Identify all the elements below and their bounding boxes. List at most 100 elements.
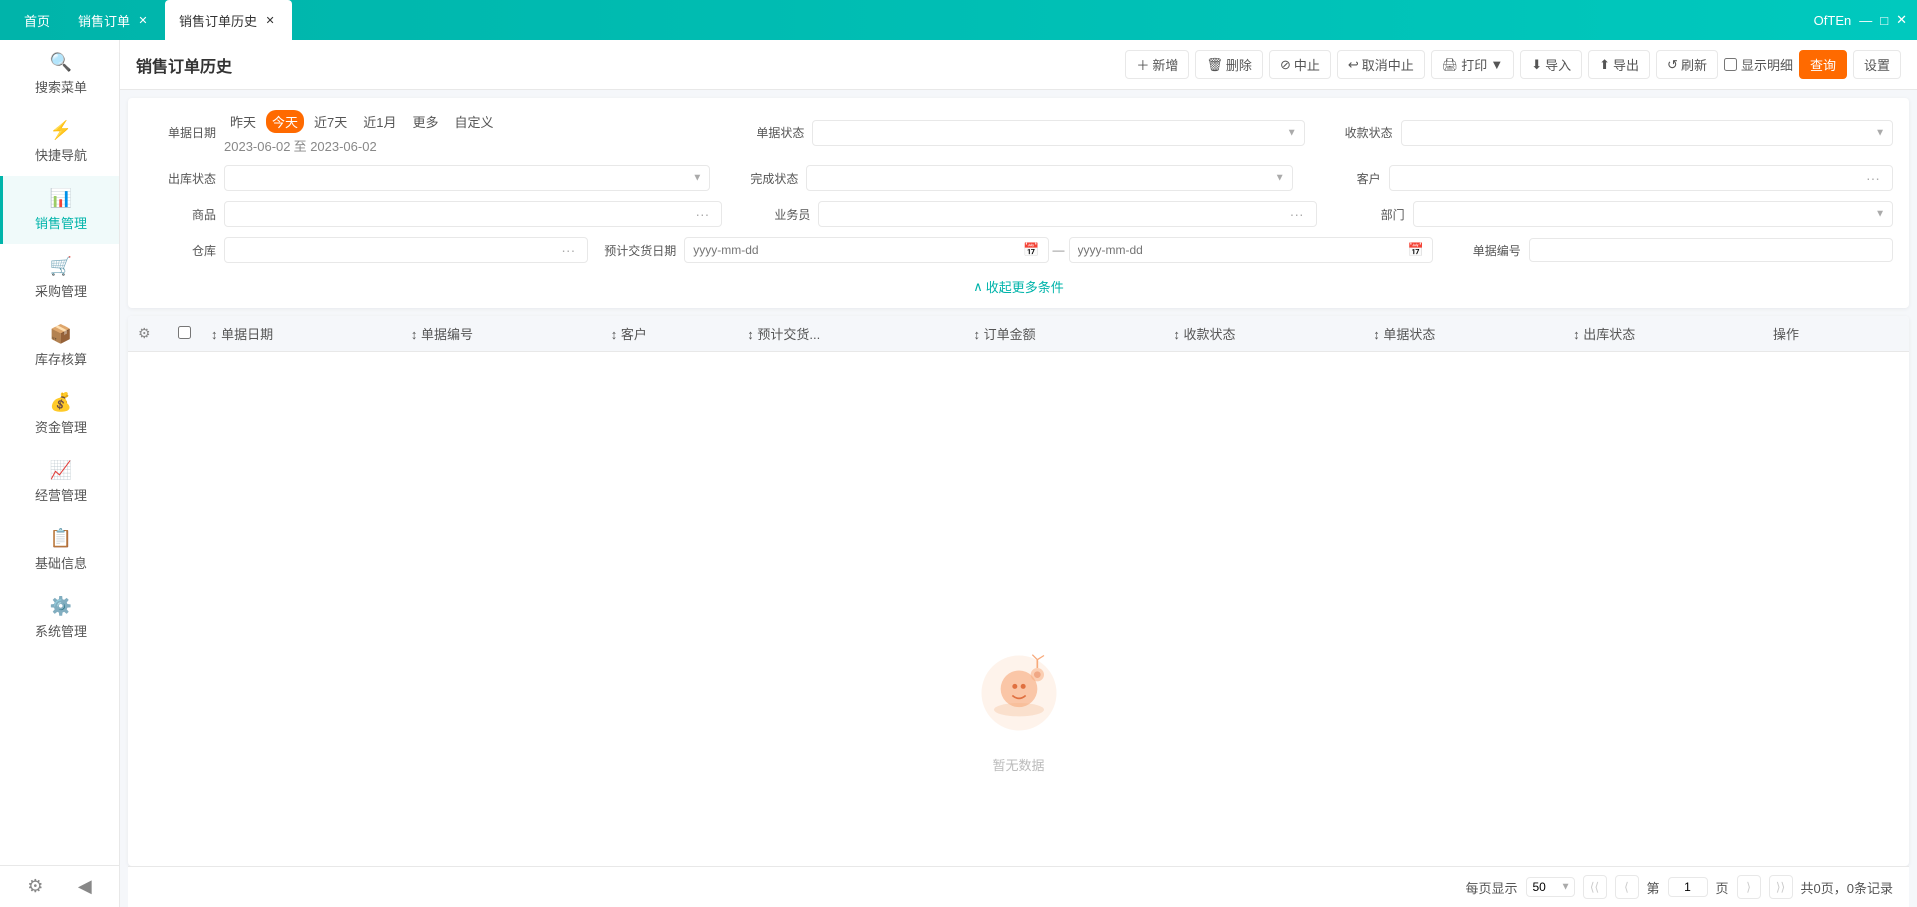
receipt-status-select[interactable] <box>1401 120 1893 146</box>
first-page-btn[interactable]: ⟨⟨ <box>1583 875 1607 899</box>
today-btn[interactable]: 今天 <box>266 110 304 133</box>
completion-status-select[interactable] <box>806 165 1292 191</box>
stop-label: 中止 <box>1294 55 1320 74</box>
sidebar-item-base-info[interactable]: 📋 基础信息 <box>0 516 119 584</box>
tab-home-label: 首页 <box>24 11 50 30</box>
new-button[interactable]: ＋ 新增 <box>1125 50 1189 79</box>
sidebar-item-sales-mgmt[interactable]: 📊 销售管理 <box>0 176 119 244</box>
sidebar-item-inventory[interactable]: 📦 库存核算 <box>0 312 119 380</box>
sidebar-item-operations[interactable]: 📈 经营管理 <box>0 448 119 516</box>
export-button[interactable]: ⬆ 导出 <box>1588 50 1650 79</box>
salesperson-ellipsis-btn[interactable]: ··· <box>1286 206 1308 222</box>
show-detail-checkbox-label[interactable]: 显示明细 <box>1724 55 1793 74</box>
customer-filter-label: 客户 <box>1309 170 1389 187</box>
outbound-status-select[interactable] <box>224 165 710 191</box>
product-input[interactable] <box>233 207 691 221</box>
sidebar-item-sys-mgmt[interactable]: ⚙️ 系统管理 <box>0 584 119 652</box>
refresh-button[interactable]: ↺ 刷新 <box>1656 50 1718 79</box>
tab-sales-order-close[interactable]: ✕ <box>135 12 151 28</box>
settings-button[interactable]: 设置 <box>1853 50 1901 79</box>
last7-btn[interactable]: 近7天 <box>308 110 353 133</box>
export-icon: ⬆ <box>1599 57 1610 73</box>
collapse-sidebar-icon[interactable]: ◀ <box>78 876 92 897</box>
th-expected-date[interactable]: ↕ 预计交货... <box>737 316 963 352</box>
collapse-link[interactable]: ∧ 收起更多条件 <box>144 273 1893 296</box>
show-detail-checkbox[interactable] <box>1724 58 1737 71</box>
date-range-dash: — <box>1049 243 1069 257</box>
tab-sales-order[interactable]: 销售订单 ✕ <box>64 0 165 40</box>
window-min-btn[interactable]: — <box>1859 13 1872 28</box>
th-outbound-status[interactable]: ↕ 出库状态 <box>1563 316 1763 352</box>
next-page-btn[interactable]: ⟩ <box>1737 875 1761 899</box>
empty-state: 暂无数据 <box>128 551 1909 866</box>
settings-label: 设置 <box>1864 55 1890 74</box>
yesterday-btn[interactable]: 昨天 <box>224 110 262 133</box>
settings-bottom-icon[interactable]: ⚙ <box>27 876 43 897</box>
sidebar-item-purchase-mgmt[interactable]: 🛒 采购管理 <box>0 244 119 312</box>
th-customer[interactable]: ↕ 客户 <box>601 316 738 352</box>
th-amount[interactable]: ↕ 订单金额 <box>964 316 1164 352</box>
department-select-wrapper: ▼ <box>1413 201 1893 227</box>
stop-button[interactable]: ⊘ 中止 <box>1269 50 1331 79</box>
customer-ellipsis-btn[interactable]: ··· <box>1862 170 1884 186</box>
order-status-label: 单据状态 <box>732 124 812 141</box>
th-no[interactable]: ↕ 单据编号 <box>401 316 601 352</box>
tab-sales-order-history[interactable]: 销售订单历史 ✕ <box>165 0 292 40</box>
query-button[interactable]: 查询 <box>1799 50 1847 79</box>
date-range-text: 2023-06-02 至 2023-06-02 <box>224 136 716 155</box>
print-button[interactable]: 🖨 打印 ▼ <box>1431 50 1514 79</box>
completion-status-select-wrapper: ▼ <box>806 165 1292 191</box>
delete-button[interactable]: 🗑 删除 <box>1195 50 1263 79</box>
tab-sales-order-history-close[interactable]: ✕ <box>262 12 278 28</box>
sidebar-item-finance[interactable]: 💰 资金管理 <box>0 380 119 448</box>
toolbar: ＋ 新增 🗑 删除 ⊘ 中止 ↩ 取消中止 🖨 打印 <box>1125 50 1901 79</box>
th-no-label: ↕ 单据编号 <box>411 327 473 342</box>
delete-icon: 🗑 <box>1206 57 1223 73</box>
order-status-select[interactable] <box>812 120 1304 146</box>
window-max-btn[interactable]: □ <box>1880 13 1888 28</box>
import-label: 导入 <box>1545 55 1571 74</box>
more-btn[interactable]: 更多 <box>407 110 445 133</box>
sidebar-item-label-inventory: 库存核算 <box>35 349 87 368</box>
salesperson-input[interactable] <box>827 207 1285 221</box>
window-close-btn[interactable]: ✕ <box>1896 12 1907 28</box>
receipt-status-select-wrapper: ▼ <box>1401 120 1893 146</box>
tab-home[interactable]: 首页 <box>10 0 64 40</box>
last1m-btn[interactable]: 近1月 <box>357 110 402 133</box>
stop-icon: ⊘ <box>1280 57 1291 73</box>
cancel-stop-button[interactable]: ↩ 取消中止 <box>1337 50 1425 79</box>
sidebar-item-label-purchase-mgmt: 采购管理 <box>35 281 87 300</box>
sidebar-item-search-menu[interactable]: 🔍 搜索菜单 <box>0 40 119 108</box>
data-table: ⚙ ↕ 单据日期 ↕ 单据编号 <box>128 316 1909 352</box>
order-status-select-wrapper: ▼ <box>812 120 1304 146</box>
product-ellipsis-btn[interactable]: ··· <box>691 206 713 222</box>
tab-sales-order-label: 销售订单 <box>78 11 130 30</box>
last-page-btn[interactable]: ⟩⟩ <box>1769 875 1793 899</box>
department-select[interactable] <box>1413 201 1893 227</box>
expected-date-from-input[interactable] <box>693 243 1019 257</box>
select-all-checkbox[interactable] <box>178 326 191 339</box>
th-receipt-status[interactable]: ↕ 收款状态 <box>1163 316 1363 352</box>
custom-btn[interactable]: 自定义 <box>449 110 500 133</box>
per-page-select[interactable]: 10 20 50 100 <box>1526 877 1575 897</box>
table-settings-icon[interactable]: ⚙ <box>138 325 151 341</box>
th-order-status-label: ↕ 单据状态 <box>1373 327 1435 342</box>
warehouse-input[interactable] <box>233 243 557 257</box>
page-input[interactable] <box>1668 877 1708 897</box>
th-outbound-status-label: ↕ 出库状态 <box>1573 327 1635 342</box>
top-bar-right: OfTEn — □ ✕ <box>1814 12 1907 28</box>
order-no-input[interactable] <box>1538 243 1884 257</box>
page-label: 页 <box>1716 878 1729 897</box>
th-date[interactable]: ↕ 单据日期 <box>201 316 401 352</box>
expected-date-to-input[interactable] <box>1078 243 1404 257</box>
th-order-status[interactable]: ↕ 单据状态 <box>1363 316 1563 352</box>
filter-row-4: 仓库 ··· 预计交货日期 📅 — 📅 单据编号 <box>144 237 1893 263</box>
customer-input[interactable] <box>1398 171 1862 185</box>
sidebar-item-quick-nav[interactable]: ⚡ 快捷导航 <box>0 108 119 176</box>
import-button[interactable]: ⬇ 导入 <box>1520 50 1582 79</box>
expected-date-to-icon[interactable]: 📅 <box>1408 242 1424 258</box>
prev-page-btn[interactable]: ⟨ <box>1615 875 1639 899</box>
expected-date-from-icon[interactable]: 📅 <box>1023 242 1039 258</box>
warehouse-ellipsis-btn[interactable]: ··· <box>557 242 579 258</box>
page-header: 销售订单历史 ＋ 新增 🗑 删除 ⊘ 中止 ↩ 取消中止 <box>120 40 1917 90</box>
